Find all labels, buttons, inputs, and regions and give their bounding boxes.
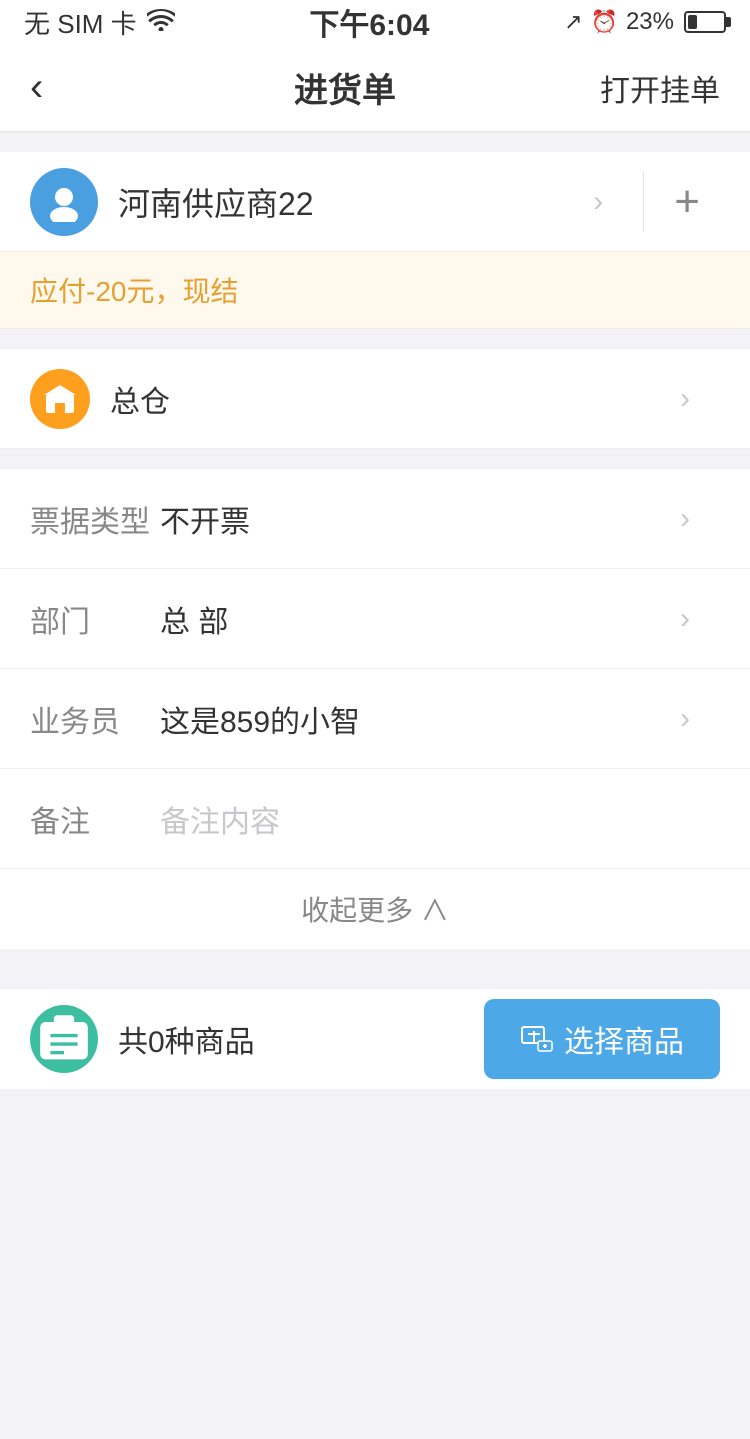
- department-chevron-icon: ›: [680, 602, 690, 636]
- section-gap-3: [0, 449, 750, 469]
- select-product-label: 选择商品: [564, 1017, 684, 1061]
- invoice-type-chevron-icon: ›: [680, 502, 690, 536]
- back-button[interactable]: ‹: [30, 65, 90, 110]
- salesman-value: 这是859的小智: [160, 697, 680, 741]
- invoice-type-value: 不开票: [160, 497, 680, 541]
- section-gap-2: [0, 329, 750, 349]
- status-bar: 无 SIM 卡 下午6:04 ↗ ⏰ 23%: [0, 0, 750, 44]
- location-icon: ↗: [564, 9, 582, 35]
- remark-label: 备注: [30, 797, 160, 841]
- invoice-type-label: 票据类型: [30, 497, 160, 541]
- page-title: 进货单: [294, 63, 396, 112]
- warehouse-chevron-icon: ›: [680, 382, 690, 416]
- alarm-icon: ⏰: [591, 9, 618, 35]
- invoice-type-row[interactable]: 票据类型 不开票 ›: [0, 469, 750, 569]
- warehouse-row[interactable]: 总仓 ›: [0, 349, 750, 449]
- nav-bar: ‹ 进货单 打开挂单: [0, 44, 750, 132]
- department-label: 部门: [30, 597, 160, 641]
- section-gap-1: [0, 132, 750, 152]
- supplier-row[interactable]: 河南供应商22 › +: [0, 152, 750, 252]
- select-product-button[interactable]: 选择商品: [484, 999, 720, 1079]
- grey-background: [0, 1089, 750, 1439]
- department-row[interactable]: 部门 总 部 ›: [0, 569, 750, 669]
- battery-icon: [684, 11, 726, 33]
- status-time: 下午6:04: [309, 0, 429, 44]
- product-count-label: 共0种商品: [118, 1017, 484, 1061]
- form-card: 票据类型 不开票 › 部门 总 部 › 业务员 这是859的小智 › 备注 备注…: [0, 469, 750, 949]
- notice-bar: 应付-20元，现结: [0, 252, 750, 329]
- supplier-avatar: [30, 168, 98, 236]
- open-pending-button[interactable]: 打开挂单: [600, 66, 720, 110]
- warehouse-card: 总仓 ›: [0, 349, 750, 449]
- warehouse-icon: [30, 369, 90, 429]
- salesman-chevron-icon: ›: [680, 702, 690, 736]
- status-right: ↗ ⏰ 23%: [564, 8, 726, 36]
- salesman-row[interactable]: 业务员 这是859的小智 ›: [0, 669, 750, 769]
- warehouse-name: 总仓: [110, 377, 680, 421]
- bottom-product-section: 共0种商品 选择商品: [0, 989, 750, 1089]
- supplier-divider: [643, 172, 644, 232]
- section-gap-4: [0, 949, 750, 969]
- supplier-card: 河南供应商22 › + 应付-20元，现结: [0, 152, 750, 329]
- department-value: 总 部: [160, 597, 680, 641]
- add-supplier-button[interactable]: +: [654, 177, 720, 227]
- salesman-label: 业务员: [30, 697, 160, 741]
- supplier-name: 河南供应商22: [118, 179, 593, 225]
- battery-percent: 23%: [626, 8, 674, 36]
- notice-text: 应付-20元，现结: [30, 276, 238, 307]
- remark-row[interactable]: 备注 备注内容: [0, 769, 750, 869]
- remark-placeholder: 备注内容: [160, 797, 720, 841]
- product-icon: [30, 1005, 98, 1073]
- supplier-chevron-icon: ›: [593, 185, 603, 219]
- sim-label: 无 SIM 卡: [24, 4, 137, 41]
- collapse-button[interactable]: 收起更多 ∧: [0, 869, 750, 949]
- status-left: 无 SIM 卡: [24, 4, 175, 41]
- collapse-label: 收起更多 ∧: [301, 889, 449, 929]
- wifi-icon: [147, 7, 175, 38]
